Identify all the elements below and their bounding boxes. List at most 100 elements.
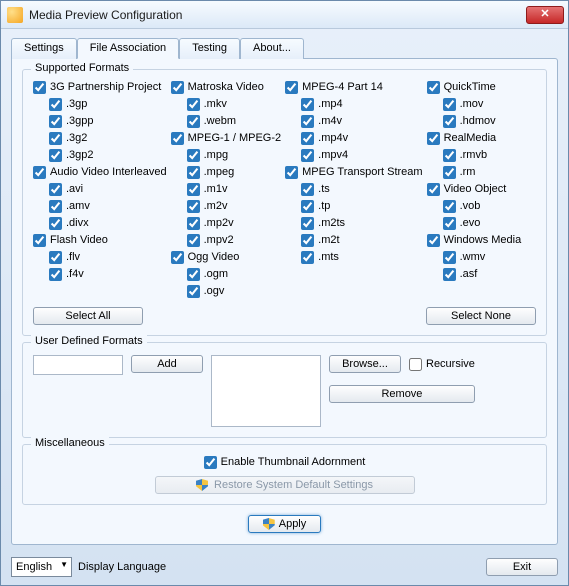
- format-checkbox[interactable]: .ogm: [171, 267, 282, 282]
- format-checkbox-input[interactable]: [49, 115, 62, 128]
- format-checkbox[interactable]: .3gpp: [33, 114, 167, 129]
- format-checkbox[interactable]: .wmv: [427, 250, 536, 265]
- format-checkbox-input[interactable]: [443, 98, 456, 111]
- apply-button[interactable]: Apply: [248, 515, 322, 533]
- format-checkbox-input[interactable]: [171, 81, 184, 94]
- format-checkbox[interactable]: .mp4v: [285, 131, 422, 146]
- format-checkbox[interactable]: .mkv: [171, 97, 282, 112]
- format-checkbox[interactable]: .f4v: [33, 267, 167, 282]
- format-checkbox-input[interactable]: [443, 149, 456, 162]
- add-button[interactable]: Add: [131, 355, 203, 373]
- format-checkbox[interactable]: .rmvb: [427, 148, 536, 163]
- select-none-button[interactable]: Select None: [426, 307, 536, 325]
- tab-testing[interactable]: Testing: [179, 38, 240, 59]
- format-checkbox[interactable]: RealMedia: [427, 131, 536, 146]
- format-checkbox-input[interactable]: [187, 166, 200, 179]
- format-checkbox-input[interactable]: [187, 217, 200, 230]
- format-checkbox[interactable]: MPEG-4 Part 14: [285, 80, 422, 95]
- format-checkbox[interactable]: .evo: [427, 216, 536, 231]
- format-checkbox-input[interactable]: [187, 115, 200, 128]
- format-checkbox[interactable]: .mpeg: [171, 165, 282, 180]
- format-checkbox[interactable]: .flv: [33, 250, 167, 265]
- recursive-checkbox[interactable]: Recursive: [409, 357, 475, 372]
- format-checkbox-input[interactable]: [301, 149, 314, 162]
- format-checkbox[interactable]: MPEG Transport Stream: [285, 165, 422, 180]
- format-checkbox-input[interactable]: [443, 200, 456, 213]
- format-checkbox[interactable]: .mp4: [285, 97, 422, 112]
- format-checkbox[interactable]: QuickTime: [427, 80, 536, 95]
- format-checkbox-input[interactable]: [285, 166, 298, 179]
- format-checkbox-input[interactable]: [427, 183, 440, 196]
- format-checkbox[interactable]: .m2ts: [285, 216, 422, 231]
- format-checkbox-input[interactable]: [301, 251, 314, 264]
- format-checkbox-input[interactable]: [49, 251, 62, 264]
- format-checkbox[interactable]: .vob: [427, 199, 536, 214]
- restore-defaults-button[interactable]: Restore System Default Settings: [155, 476, 415, 494]
- format-checkbox[interactable]: .mts: [285, 250, 422, 265]
- format-checkbox[interactable]: .avi: [33, 182, 167, 197]
- format-checkbox-input[interactable]: [49, 98, 62, 111]
- udf-extension-input[interactable]: [33, 355, 123, 375]
- format-checkbox[interactable]: .rm: [427, 165, 536, 180]
- format-checkbox[interactable]: .webm: [171, 114, 282, 129]
- tab-settings[interactable]: Settings: [11, 38, 77, 59]
- format-checkbox[interactable]: .3gp2: [33, 148, 167, 163]
- format-checkbox[interactable]: .hdmov: [427, 114, 536, 129]
- format-checkbox-input[interactable]: [187, 285, 200, 298]
- format-checkbox-input[interactable]: [427, 234, 440, 247]
- format-checkbox-input[interactable]: [33, 234, 46, 247]
- format-checkbox-input[interactable]: [49, 132, 62, 145]
- format-checkbox-input[interactable]: [49, 149, 62, 162]
- format-checkbox-input[interactable]: [49, 183, 62, 196]
- format-checkbox-input[interactable]: [171, 132, 184, 145]
- format-checkbox[interactable]: .3gp: [33, 97, 167, 112]
- format-checkbox[interactable]: .m2t: [285, 233, 422, 248]
- format-checkbox-input[interactable]: [49, 268, 62, 281]
- format-checkbox-input[interactable]: [285, 81, 298, 94]
- format-checkbox[interactable]: .amv: [33, 199, 167, 214]
- remove-button[interactable]: Remove: [329, 385, 475, 403]
- format-checkbox[interactable]: .mpv2: [171, 233, 282, 248]
- format-checkbox[interactable]: .mov: [427, 97, 536, 112]
- select-all-button[interactable]: Select All: [33, 307, 143, 325]
- format-checkbox-input[interactable]: [301, 132, 314, 145]
- format-checkbox[interactable]: .m2v: [171, 199, 282, 214]
- language-select[interactable]: English: [11, 557, 72, 577]
- format-checkbox-input[interactable]: [427, 81, 440, 94]
- format-checkbox[interactable]: .tp: [285, 199, 422, 214]
- format-checkbox-input[interactable]: [187, 149, 200, 162]
- format-checkbox[interactable]: .mp2v: [171, 216, 282, 231]
- format-checkbox-input[interactable]: [187, 183, 200, 196]
- format-checkbox-input[interactable]: [443, 217, 456, 230]
- enable-thumbnail-checkbox[interactable]: Enable Thumbnail Adornment: [204, 455, 366, 470]
- format-checkbox-input[interactable]: [187, 268, 200, 281]
- format-checkbox[interactable]: .ts: [285, 182, 422, 197]
- format-checkbox[interactable]: .mpg: [171, 148, 282, 163]
- recursive-checkbox-input[interactable]: [409, 358, 422, 371]
- format-checkbox-input[interactable]: [301, 115, 314, 128]
- format-checkbox-input[interactable]: [187, 200, 200, 213]
- format-checkbox-input[interactable]: [33, 81, 46, 94]
- exit-button[interactable]: Exit: [486, 558, 558, 576]
- format-checkbox[interactable]: Ogg Video: [171, 250, 282, 265]
- format-checkbox-input[interactable]: [171, 251, 184, 264]
- format-checkbox-input[interactable]: [427, 132, 440, 145]
- format-checkbox-input[interactable]: [443, 166, 456, 179]
- format-checkbox-input[interactable]: [33, 166, 46, 179]
- enable-thumbnail-checkbox-input[interactable]: [204, 456, 217, 469]
- udf-list[interactable]: [211, 355, 321, 427]
- format-checkbox-input[interactable]: [443, 251, 456, 264]
- tab-about[interactable]: About...: [240, 38, 304, 59]
- format-checkbox-input[interactable]: [49, 200, 62, 213]
- format-checkbox-input[interactable]: [301, 200, 314, 213]
- format-checkbox-input[interactable]: [443, 268, 456, 281]
- format-checkbox-input[interactable]: [301, 98, 314, 111]
- format-checkbox[interactable]: .3g2: [33, 131, 167, 146]
- browse-button[interactable]: Browse...: [329, 355, 401, 373]
- format-checkbox-input[interactable]: [187, 234, 200, 247]
- tab-file-association[interactable]: File Association: [77, 38, 179, 59]
- format-checkbox[interactable]: .m4v: [285, 114, 422, 129]
- format-checkbox[interactable]: 3G Partnership Project: [33, 80, 167, 95]
- format-checkbox-input[interactable]: [443, 115, 456, 128]
- close-button[interactable]: ✕: [526, 6, 564, 24]
